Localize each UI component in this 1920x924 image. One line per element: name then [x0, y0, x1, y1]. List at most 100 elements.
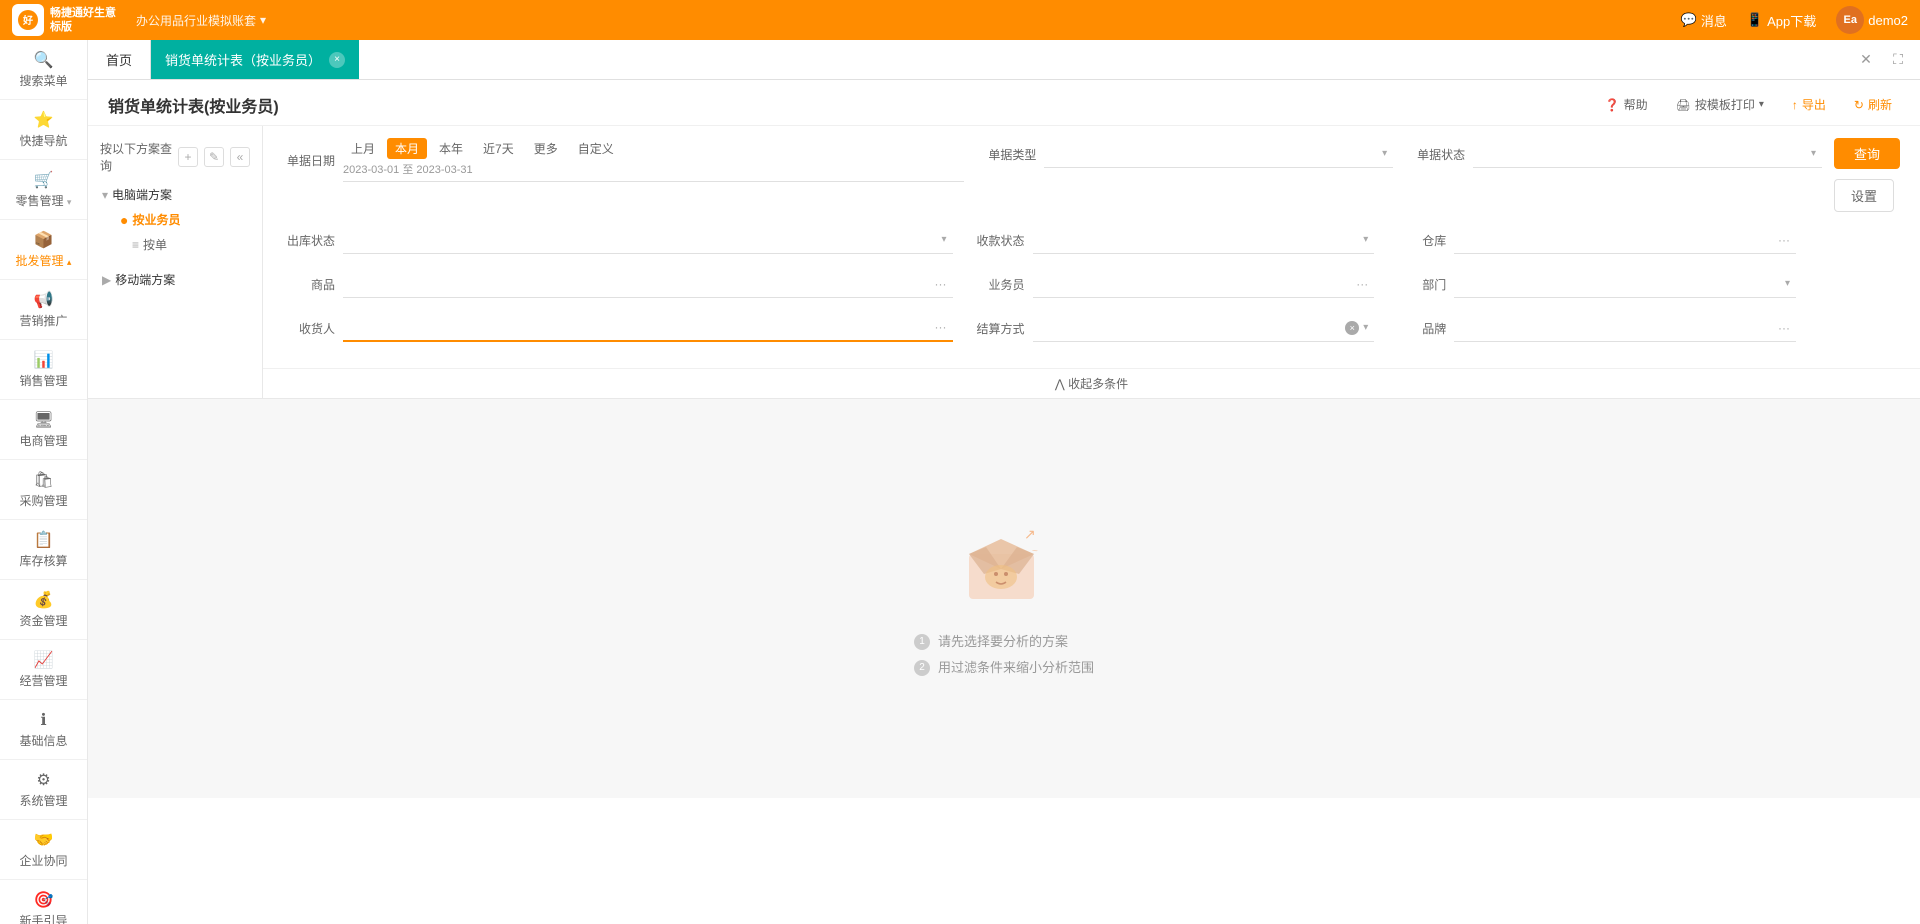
user-avatar[interactable]: Ea demo2: [1836, 6, 1908, 34]
scheme-tree-by-order[interactable]: ≡ 按单: [96, 232, 254, 257]
sidebar-label-finance: 资金管理: [19, 614, 67, 628]
settings-button[interactable]: 设置: [1834, 179, 1894, 212]
scheme-tree-mobile[interactable]: ▶ 移动端方案: [96, 267, 254, 292]
filter-department: 部门 ▾: [1394, 268, 1796, 300]
date-btn-7days[interactable]: 近7天: [475, 138, 522, 159]
search-panel: 按以下方案查询 + ✎ « ▾ 电脑端方案: [88, 126, 1920, 398]
filter-doc-status-label: 单据状态: [1413, 146, 1473, 163]
export-btn[interactable]: ↑ 导出: [1784, 92, 1834, 117]
guide-icon: 🎯: [4, 890, 83, 910]
svg-text:↗: ↗: [1024, 526, 1036, 542]
date-btn-more[interactable]: 更多: [526, 138, 566, 159]
doc-type-arrow: ▾: [1382, 148, 1387, 159]
order-icon: ≡: [132, 238, 139, 252]
scheme-collapse-btn[interactable]: «: [230, 147, 250, 167]
logo-icon: 好: [12, 4, 44, 36]
filter-settlement-label: 结算方式: [973, 320, 1033, 337]
message-icon: 💬: [1681, 12, 1697, 28]
settlement-clear-btn[interactable]: ×: [1345, 321, 1359, 335]
filter-department-control[interactable]: ▾: [1454, 270, 1796, 298]
filter-brand: 品牌 ···: [1394, 312, 1796, 344]
sidebar-label-ecommerce: 电商管理: [19, 434, 67, 448]
sidebar-item-operation[interactable]: 📈 经营管理: [0, 640, 87, 700]
sidebar-item-inventory[interactable]: 📋 库存核算: [0, 520, 87, 580]
sidebar-item-enterprise[interactable]: 🤝 企业协同: [0, 820, 87, 880]
date-btn-this-year[interactable]: 本年: [431, 138, 471, 159]
filter-outbound-control[interactable]: ▾: [343, 226, 953, 254]
topbar-right: 💬 消息 📱 App下载 Ea demo2: [1681, 6, 1908, 34]
sidebar-item-search[interactable]: 🔍 搜索菜单: [0, 40, 87, 100]
filter-payment-control[interactable]: ▾: [1033, 226, 1375, 254]
filter-settlement-control[interactable]: × ▾: [1033, 314, 1375, 342]
help-label: 帮助: [1624, 96, 1648, 113]
tab-active-label: 销货单统计表（按业务员）: [165, 50, 321, 69]
filter-salesman: 业务员 ···: [973, 268, 1375, 300]
date-btn-last-month[interactable]: 上月: [343, 138, 383, 159]
tab-close-btn[interactable]: ×: [329, 52, 345, 68]
refresh-btn[interactable]: ↻ 刷新: [1846, 92, 1900, 117]
sidebar-item-finance[interactable]: 💰 资金管理: [0, 580, 87, 640]
scheme-tree-pc[interactable]: ▾ 电脑端方案: [96, 182, 254, 207]
empty-state: ↗ ~ 1 请先选择要分析的方案 2: [88, 439, 1920, 741]
sidebar-item-retail[interactable]: 🛒 零售管理 ▾: [0, 160, 87, 220]
sidebar-item-sales[interactable]: 📊 销售管理: [0, 340, 87, 400]
sidebar-item-purchase[interactable]: 🛍 采购管理: [0, 460, 87, 520]
settlement-arrow: ▾: [1363, 322, 1368, 333]
sidebar-label-retail: 零售管理: [16, 194, 64, 208]
subtitle-arrow[interactable]: ▾: [260, 13, 266, 27]
sidebar-item-marketing[interactable]: 📢 营销推广: [0, 280, 87, 340]
filter-salesman-label: 业务员: [973, 276, 1033, 293]
scheme-add-btn[interactable]: +: [178, 147, 198, 167]
receiver-dots: ···: [935, 320, 947, 334]
tab-minimize-btn[interactable]: ✕: [1852, 46, 1880, 74]
page-title: 销货单统计表(按业务员): [108, 93, 279, 117]
sidebar-item-wholesale[interactable]: 📦 批发管理 ▴: [0, 220, 87, 280]
purchase-icon: 🛍: [4, 470, 83, 490]
hint-label-2: 用过滤条件来缩小分析范围: [938, 655, 1094, 681]
tab-maximize-btn[interactable]: ⛶: [1884, 46, 1912, 74]
collapse-row[interactable]: ⋀ 收起多条件: [263, 368, 1920, 398]
filter-brand-control[interactable]: ···: [1454, 314, 1796, 342]
sidebar-item-system[interactable]: ⚙ 系统管理: [0, 760, 87, 820]
retail-arrow: ▾: [67, 197, 72, 207]
filter-salesman-control[interactable]: ···: [1033, 270, 1375, 298]
filter-doc-type: 单据类型 ▾: [984, 138, 1393, 170]
warehouse-dots: ···: [1778, 233, 1790, 247]
message-btn[interactable]: 💬 消息: [1681, 11, 1727, 30]
sidebar-label-shortcut: 快捷导航: [19, 134, 67, 148]
hint-num-2: 2: [914, 660, 930, 676]
date-btn-custom[interactable]: 自定义: [570, 138, 622, 159]
filter-goods: 商品 ···: [283, 268, 953, 300]
filter-doc-type-control[interactable]: ▾: [1044, 140, 1393, 168]
salesman-dots: ···: [1356, 277, 1368, 291]
active-dot: ●: [120, 212, 128, 228]
sidebar: 🔍 搜索菜单 ⭐ 快捷导航 🛒 零售管理 ▾ 📦 批发管理 ▴ 📢 营销推广: [0, 40, 88, 924]
sidebar-label-system: 系统管理: [19, 794, 67, 808]
print-btn[interactable]: 🖨 按模板打印 ▾: [1668, 92, 1772, 117]
sidebar-item-basic[interactable]: ℹ 基础信息: [0, 700, 87, 760]
filter-row-2: 出库状态 ▾ 收款状态: [283, 224, 1900, 256]
tab-bar: 首页 销货单统计表（按业务员） × ✕ ⛶: [88, 40, 1920, 80]
empty-illustration: ↗ ~: [954, 519, 1054, 609]
date-btn-this-month[interactable]: 本月: [387, 138, 427, 159]
sidebar-item-guide[interactable]: 🎯 新手引导: [0, 880, 87, 924]
filter-payment-status: 收款状态 ▾: [973, 224, 1375, 256]
filter-doc-status-control[interactable]: ▾: [1473, 140, 1822, 168]
help-btn[interactable]: ❓ 帮助: [1597, 92, 1656, 117]
filters-area: 单据日期 上月 本月 本年 近7天 更多: [263, 126, 1920, 368]
app-download-btn[interactable]: 📱 App下载: [1747, 11, 1816, 30]
sidebar-item-shortcut[interactable]: ⭐ 快捷导航: [0, 100, 87, 160]
scheme-edit-btn[interactable]: ✎: [204, 147, 224, 167]
sidebar-label-enterprise: 企业协同: [19, 854, 67, 868]
scheme-tree-by-salesman[interactable]: ● 按业务员: [96, 207, 254, 232]
query-button[interactable]: 查询: [1834, 138, 1900, 169]
pc-scheme-label: 电脑端方案: [112, 186, 172, 203]
filter-receiver-control[interactable]: ···: [343, 314, 953, 342]
sidebar-item-ecommerce[interactable]: 🖥 电商管理: [0, 400, 87, 460]
filter-goods-control[interactable]: ···: [343, 270, 953, 298]
filter-warehouse-control[interactable]: ···: [1454, 226, 1796, 254]
empty-text: 1 请先选择要分析的方案 2 用过滤条件来缩小分析范围: [914, 629, 1094, 681]
tab-home[interactable]: 首页: [88, 40, 151, 79]
svg-text:~: ~: [1032, 546, 1038, 557]
tab-active[interactable]: 销货单统计表（按业务员） ×: [151, 40, 359, 79]
